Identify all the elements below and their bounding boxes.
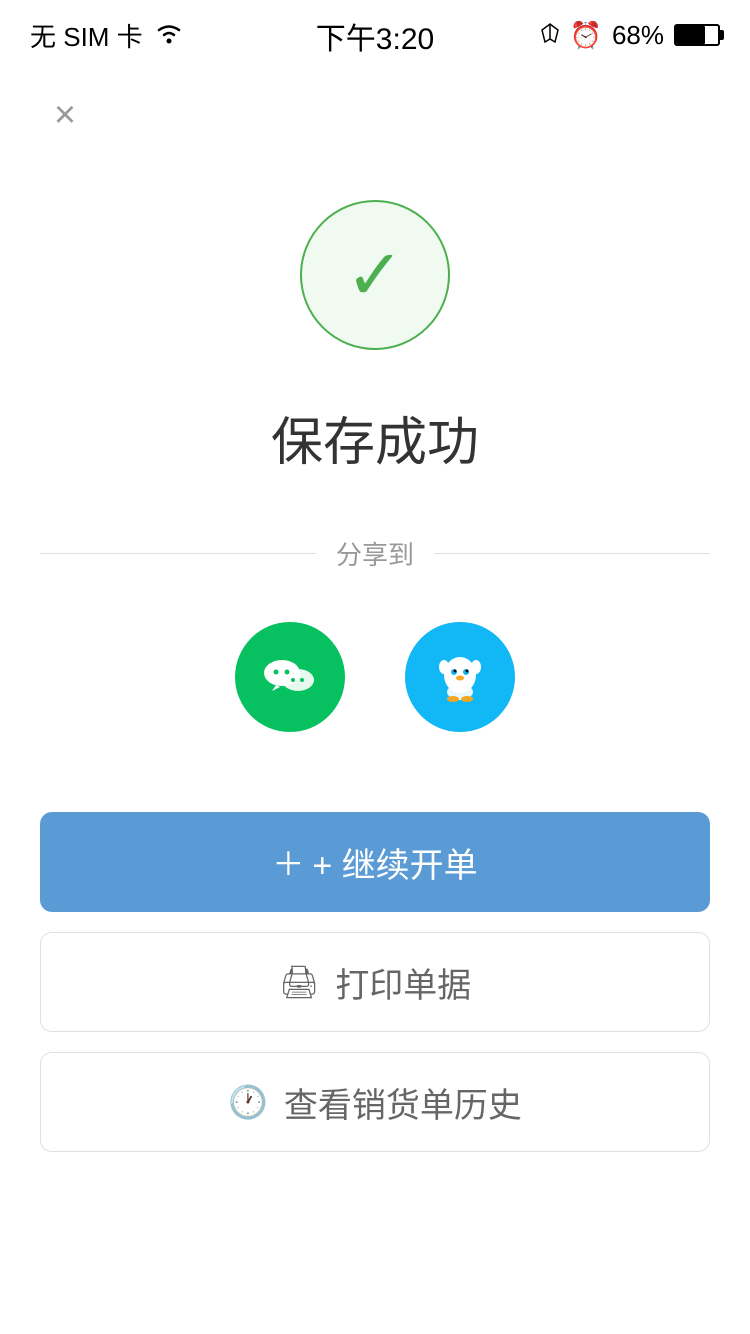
print-label: 打印单据 — [335, 958, 471, 1007]
qq-icon — [428, 645, 493, 710]
continue-button[interactable]: ＋ + 继续开单 — [40, 812, 710, 912]
status-right: ⏰ 68% — [540, 20, 720, 51]
share-label: 分享到 — [336, 535, 414, 572]
status-time: 下午3:20 — [316, 14, 434, 58]
wifi-icon — [155, 20, 183, 51]
wechat-icon — [258, 645, 323, 710]
share-divider: 分享到 — [40, 535, 710, 572]
sim-text: 无 SIM 卡 — [30, 17, 143, 54]
share-icons — [235, 622, 515, 732]
main-content: × ✓ 保存成功 分享到 — [0, 70, 750, 1172]
print-icon: 🖨 — [279, 963, 320, 1001]
status-left: 无 SIM 卡 — [30, 17, 183, 54]
divider-line-right — [434, 553, 710, 554]
share-qq-button[interactable] — [405, 622, 515, 732]
history-icon: 🕐 — [228, 1083, 268, 1121]
action-buttons: ＋ + 继续开单 🖨 打印单据 🕐 查看销货单历史 — [40, 812, 710, 1152]
divider-line-left — [40, 553, 316, 554]
share-wechat-button[interactable] — [235, 622, 345, 732]
success-title: 保存成功 — [271, 400, 479, 475]
battery-icon — [674, 24, 720, 46]
location-icon — [540, 20, 560, 51]
success-circle: ✓ — [300, 200, 450, 350]
checkmark-icon: ✓ — [346, 240, 405, 310]
history-label: 查看销货单历史 — [284, 1078, 522, 1127]
close-button[interactable]: × — [40, 90, 90, 140]
print-button[interactable]: 🖨 打印单据 — [40, 932, 710, 1032]
status-bar: 无 SIM 卡 下午3:20 ⏰ 68% — [0, 0, 750, 70]
close-icon: × — [54, 96, 76, 134]
battery-percentage: 68% — [612, 20, 664, 51]
close-button-container: × — [40, 90, 710, 140]
continue-label: + 继续开单 — [312, 838, 477, 887]
continue-icon: ＋ — [272, 839, 304, 885]
alarm-icon: ⏰ — [570, 20, 602, 51]
history-button[interactable]: 🕐 查看销货单历史 — [40, 1052, 710, 1152]
